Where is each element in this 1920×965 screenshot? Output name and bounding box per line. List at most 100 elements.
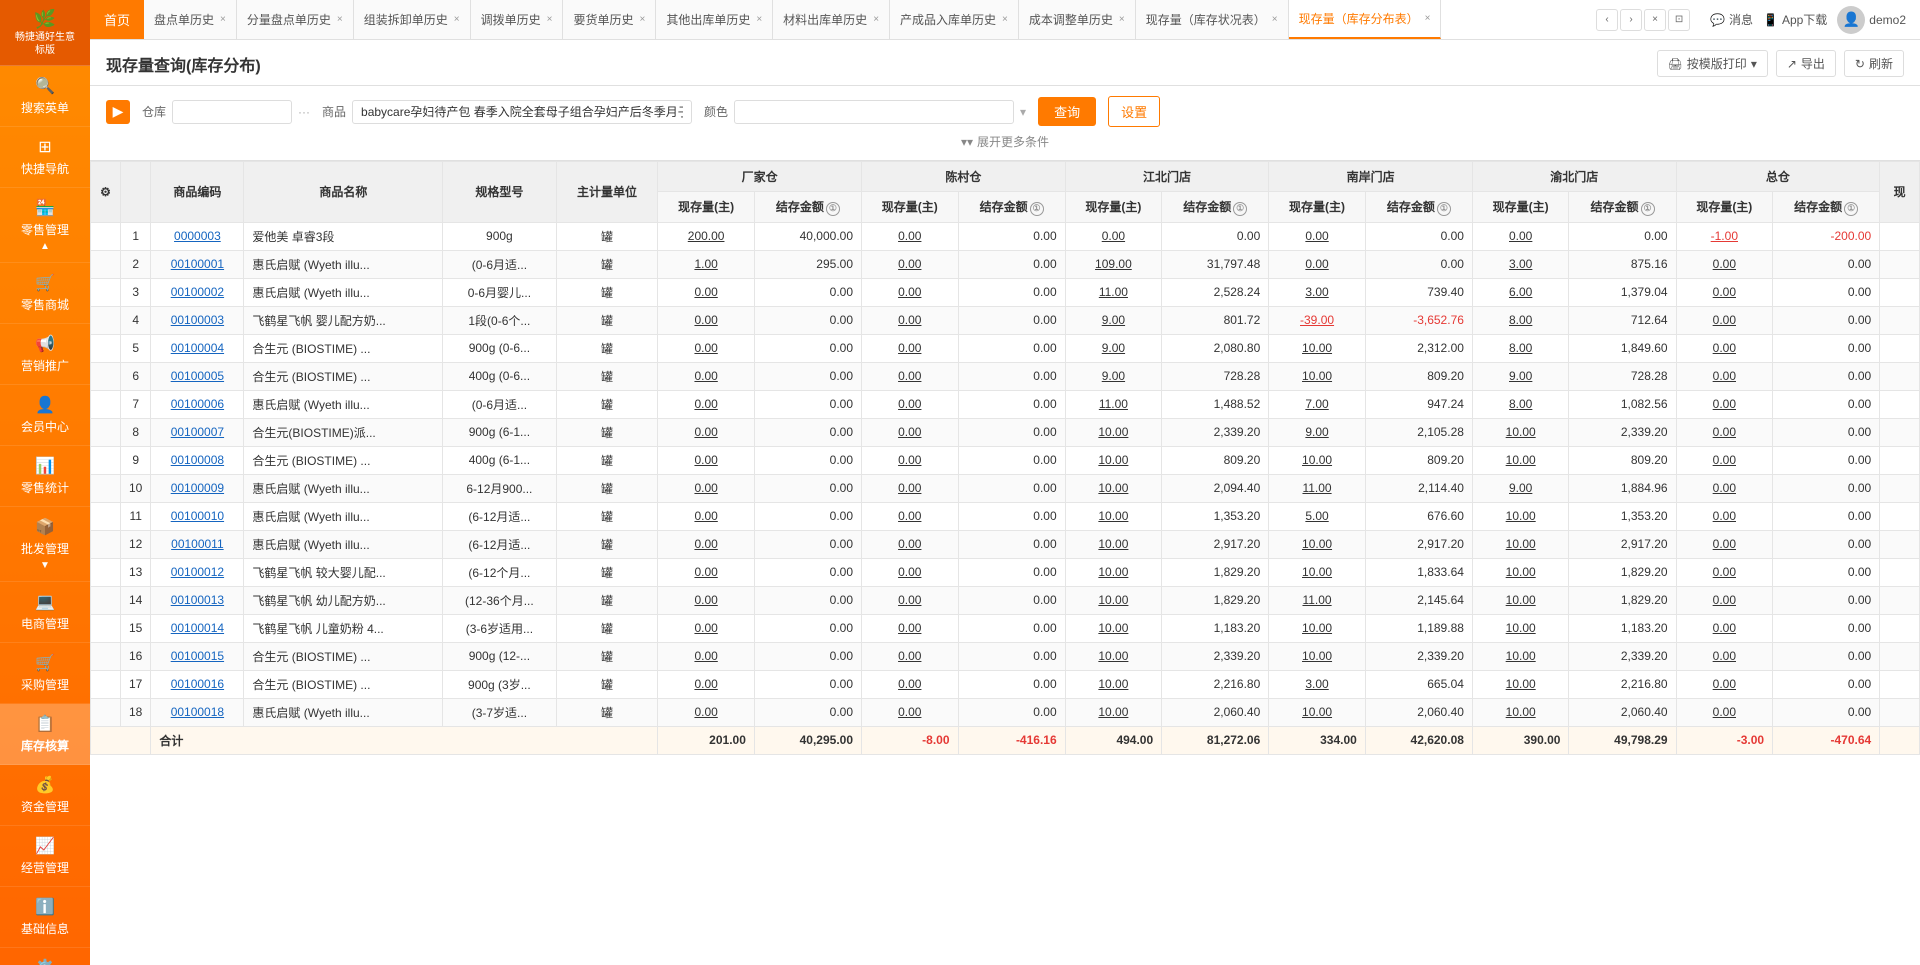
tab-tiaob[interactable]: 调拨单历史 ×	[471, 0, 564, 39]
table-cell: 0.00	[1773, 502, 1880, 530]
tab-kufenbu[interactable]: 现存量（库存分布表） ×	[1289, 0, 1442, 39]
tab-fenpandian[interactable]: 分量盘点单历史 ×	[237, 0, 354, 39]
sidebar-item-retailstats[interactable]: 📊 零售统计	[0, 446, 90, 507]
tab-chanpinruku[interactable]: 产成品入库单历史 ×	[890, 0, 1019, 39]
table-row: 800100007合生元(BIOSTIME)派...900g (6-1...罐0…	[91, 418, 1920, 446]
table-cell[interactable]: 0000003	[151, 222, 244, 250]
tab-kuchangkuang[interactable]: 现存量（库存状况表） ×	[1136, 0, 1289, 39]
export-btn[interactable]: ↗ 导出	[1776, 50, 1836, 77]
table-cell[interactable]: 00100015	[151, 642, 244, 670]
tab-cailiao-close[interactable]: ×	[873, 14, 879, 25]
table-cell[interactable]: 00100008	[151, 446, 244, 474]
tab-kuchangkuang-close[interactable]: ×	[1272, 14, 1278, 25]
tab-fenpandian-close[interactable]: ×	[337, 14, 343, 25]
table-cell: 2,339.20	[1162, 642, 1269, 670]
table-cell: 1,353.20	[1162, 502, 1269, 530]
table-cell: 0.00	[754, 474, 861, 502]
table-cell: 1	[121, 222, 151, 250]
sidebar-item-quicknav[interactable]: ⊞ 快捷导航	[0, 127, 90, 188]
table-cell[interactable]: 00100013	[151, 586, 244, 614]
tab-zuhe-close[interactable]: ×	[454, 14, 460, 25]
table-row: 500100004合生元 (BIOSTIME) ...900g (0-6...罐…	[91, 334, 1920, 362]
sidebar-label-marketing: 营销推广	[21, 357, 69, 374]
table-cell: 惠氏启赋 (Wyeth illu...	[244, 474, 443, 502]
tab-next-btn[interactable]: ›	[1620, 9, 1642, 31]
table-cell[interactable]: 00100001	[151, 250, 244, 278]
table-cell[interactable]: 00100010	[151, 502, 244, 530]
table-cell: 0.00	[1676, 614, 1773, 642]
tab-yaohuo-close[interactable]: ×	[639, 14, 645, 25]
table-cell[interactable]: 00100004	[151, 334, 244, 362]
table-cell: 0.00	[958, 390, 1065, 418]
setting-btn[interactable]: 设置	[1108, 96, 1160, 127]
table-cell: 0.00	[958, 642, 1065, 670]
product-input[interactable]	[352, 100, 692, 124]
tab-expand-btn[interactable]: ⊡	[1668, 9, 1690, 31]
warehouse-input[interactable]	[172, 100, 292, 124]
table-cell[interactable]: 00100006	[151, 390, 244, 418]
table-cell: 飞鹤星飞帆 婴儿配方奶...	[244, 306, 443, 334]
sidebar-item-wholesale[interactable]: 📦 批发管理 ▼	[0, 507, 90, 582]
print-icon: 🖨	[1668, 57, 1683, 71]
table-cell[interactable]: 00100009	[151, 474, 244, 502]
table-cell[interactable]: 00100016	[151, 670, 244, 698]
tab-close-all-btn[interactable]: ×	[1644, 9, 1666, 31]
sidebar-item-system[interactable]: ⚙️ 系统管理	[0, 948, 90, 965]
changjiacao-amt-info-icon[interactable]: ①	[826, 202, 840, 216]
col-yubei-amt: 结存金额①	[1569, 192, 1676, 223]
sidebar-item-marketing[interactable]: 📢 营销推广	[0, 324, 90, 385]
tab-zuhe[interactable]: 组装拆卸单历史 ×	[354, 0, 471, 39]
yubei-amt-info-icon[interactable]: ①	[1641, 202, 1655, 216]
tab-tiaob-close[interactable]: ×	[547, 14, 553, 25]
jiangbei-amt-info-icon[interactable]: ①	[1233, 202, 1247, 216]
table-cell[interactable]: 00100005	[151, 362, 244, 390]
table-cell[interactable]: 00100011	[151, 530, 244, 558]
print-btn[interactable]: 🖨 按模版打印 ▾	[1657, 50, 1768, 77]
sidebar-item-operation[interactable]: 📈 经营管理	[0, 826, 90, 887]
table-cell[interactable]: 00100007	[151, 418, 244, 446]
tab-pandian[interactable]: 盘点单历史 ×	[144, 0, 237, 39]
sidebar-item-basic[interactable]: ℹ️ 基础信息	[0, 887, 90, 948]
table-cell[interactable]: 00100012	[151, 558, 244, 586]
table-cell: 31,797.48	[1162, 250, 1269, 278]
tab-cailiao[interactable]: 材料出库单历史 ×	[773, 0, 890, 39]
search-btn[interactable]: 查询	[1038, 97, 1096, 126]
filter-expand-row[interactable]: ▾▾ 展开更多条件	[106, 133, 1904, 150]
sidebar-item-purchase[interactable]: 🛒 采购管理	[0, 643, 90, 704]
table-cell: 0.00	[658, 530, 755, 558]
message-btn[interactable]: 💬 消息	[1710, 11, 1753, 28]
col-settings[interactable]: ⚙	[91, 162, 121, 223]
sidebar-item-retail[interactable]: 🏪 零售管理 ▲	[0, 188, 90, 263]
table-cell[interactable]: 00100018	[151, 698, 244, 726]
sidebar-item-finance[interactable]: 💰 资金管理	[0, 765, 90, 826]
tab-pandian-label: 盘点单历史	[154, 11, 214, 28]
sidebar-item-inventory[interactable]: 📋 库存核算	[0, 704, 90, 765]
table-cell[interactable]: 00100003	[151, 306, 244, 334]
nanan-amt-info-icon[interactable]: ①	[1437, 202, 1451, 216]
tab-pandian-close[interactable]: ×	[220, 14, 226, 25]
refresh-btn[interactable]: ↻ 刷新	[1844, 50, 1904, 77]
total-amt-info-icon[interactable]: ①	[1844, 202, 1858, 216]
sidebar-item-ecommerce[interactable]: 💻 电商管理	[0, 582, 90, 643]
tab-qita-close[interactable]: ×	[756, 14, 762, 25]
filter-toggle-btn[interactable]: ▶	[106, 100, 130, 124]
tab-chengbentiaoz-close[interactable]: ×	[1119, 14, 1125, 25]
table-cell[interactable]: 00100014	[151, 614, 244, 642]
sidebar-item-member[interactable]: 👤 会员中心	[0, 385, 90, 446]
tab-prev-btn[interactable]: ‹	[1596, 9, 1618, 31]
color-input[interactable]	[734, 100, 1014, 124]
user-btn[interactable]: 👤 demo2	[1837, 6, 1906, 34]
chencun-amt-info-icon[interactable]: ①	[1030, 202, 1044, 216]
tab-qita[interactable]: 其他出库单历史 ×	[656, 0, 773, 39]
sidebar-item-search[interactable]: 🔍 搜索英单	[0, 66, 90, 127]
table-cell: 0.00	[1569, 222, 1676, 250]
table-cell[interactable]: 00100002	[151, 278, 244, 306]
appdown-btn[interactable]: 📱 App下载	[1763, 11, 1827, 28]
table-cell: 10.00	[1065, 446, 1162, 474]
tab-kufenbu-close[interactable]: ×	[1425, 13, 1431, 24]
sidebar-item-retailshop[interactable]: 🛒 零售商城	[0, 263, 90, 324]
tab-yaohuo[interactable]: 要货单历史 ×	[563, 0, 656, 39]
tab-chengbentiaoz[interactable]: 成本调整单历史 ×	[1019, 0, 1136, 39]
tab-chanpinruku-close[interactable]: ×	[1002, 14, 1008, 25]
home-tab[interactable]: 首页	[90, 0, 144, 39]
